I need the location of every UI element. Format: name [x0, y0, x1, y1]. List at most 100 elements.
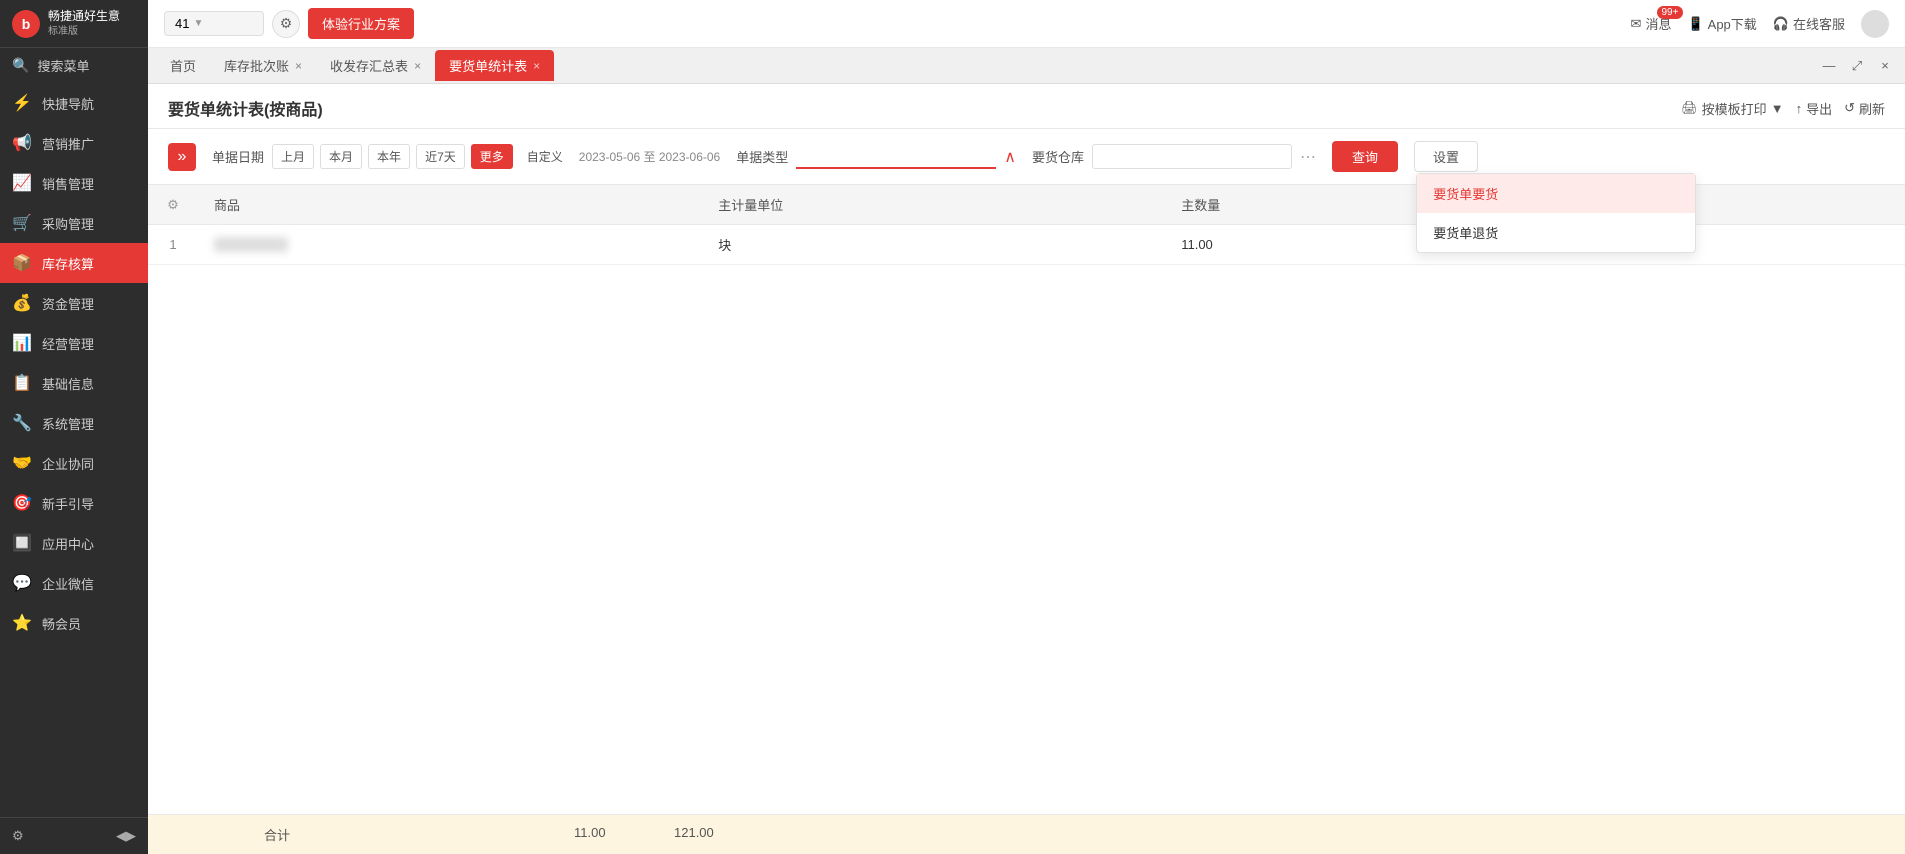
tab-home[interactable]: 首页	[156, 50, 210, 81]
dropdown-item-order-request[interactable]: 要货单要货	[1417, 174, 1695, 213]
warehouse-filter-group: 要货仓库 ⋯	[1032, 144, 1316, 169]
type-dropdown-popup: 要货单要货 要货单退货	[1416, 173, 1696, 253]
sidebar-item-basic-info[interactable]: 📋 基础信息	[0, 363, 148, 403]
page-title: 要货单统计表(按商品)	[168, 96, 323, 120]
cell-product: ████████	[198, 225, 702, 265]
nav-icon-wechat: 💬	[12, 573, 32, 593]
sidebar-item-purchase[interactable]: 🛒 采购管理	[0, 203, 148, 243]
type-dropdown-arrow[interactable]: ∧	[1004, 147, 1016, 167]
sidebar-item-finance[interactable]: 💰 资金管理	[0, 283, 148, 323]
tab-inventory-batch[interactable]: 库存批次账 ×	[210, 50, 316, 81]
tab-close-all-btn[interactable]: ×	[1873, 54, 1897, 78]
sidebar-item-wechat[interactable]: 💬 企业微信	[0, 563, 148, 603]
dropdown-item-order-return[interactable]: 要货单退货	[1417, 213, 1695, 252]
tab-expand-btn[interactable]: ⤢	[1845, 54, 1869, 78]
close-tab-collection-summary[interactable]: ×	[414, 59, 421, 73]
sidebar-search[interactable]: 🔍 搜索菜单	[0, 48, 148, 83]
export-icon: ↑	[1796, 101, 1803, 116]
date-range-display: 2023-05-06 至 2023-06-06	[579, 148, 720, 165]
tab-order-stats[interactable]: 要货单统计表 ×	[435, 50, 554, 81]
sidebar-item-membership[interactable]: ⭐ 畅会员	[0, 603, 148, 643]
store-dropdown-arrow: ▼	[193, 18, 203, 29]
download-icon: 📱	[1687, 16, 1703, 32]
table-footer: 合计 11.00 121.00	[148, 814, 1905, 854]
nav-icon-quick-nav: ⚡	[12, 93, 32, 113]
tabs-bar: 首页 库存批次账 × 收发存汇总表 × 要货单统计表 × — ⤢ ×	[148, 48, 1905, 84]
sidebar-item-marketing[interactable]: 📢 营销推广	[0, 123, 148, 163]
nav-icon-basic-info: 📋	[12, 373, 32, 393]
setup-btn[interactable]: 设置	[1414, 141, 1478, 172]
tab-minimize-btn[interactable]: —	[1817, 54, 1841, 78]
export-btn[interactable]: ↑ 导出	[1796, 99, 1833, 118]
topbar: 41 ▼ ⚙ 体验行业方案 ✉ 消息 99+ 📱 App下载 🎧 在线客服	[148, 0, 1905, 48]
topbar-left: 41 ▼ ⚙ 体验行业方案	[164, 8, 1619, 39]
nav-icon-sales: 📈	[12, 173, 32, 193]
col-product: 商品	[198, 185, 702, 225]
query-btn[interactable]: 查询	[1332, 141, 1398, 172]
cell-unit: 块	[702, 225, 1165, 265]
tabs-actions: — ⤢ ×	[1817, 54, 1897, 78]
filter-expand-btn[interactable]: »	[168, 143, 196, 171]
industry-btn[interactable]: 体验行业方案	[308, 8, 414, 39]
app-logo-icon: b	[12, 10, 40, 38]
refresh-icon: ↺	[1844, 100, 1855, 116]
service-icon: 🎧	[1773, 16, 1789, 32]
sidebar-collapse-btn[interactable]: ◀▶	[116, 828, 136, 844]
refresh-btn[interactable]: ↺ 刷新	[1844, 99, 1885, 118]
col-unit: 主计量单位	[702, 185, 1165, 225]
close-tab-inventory-batch[interactable]: ×	[295, 59, 302, 73]
table-container: ⚙ 商品 主计量单位 主数量 零售金额 1 ████████ 块	[148, 185, 1905, 814]
sidebar-logo: b 畅捷通好生意 标准版	[0, 0, 148, 48]
avatar[interactable]	[1861, 10, 1889, 38]
app-download-btn[interactable]: 📱 App下载	[1687, 14, 1756, 33]
online-service-btn[interactable]: 🎧 在线客服	[1773, 14, 1845, 33]
tab-collection-summary[interactable]: 收发存汇总表 ×	[316, 50, 435, 81]
nav-icon-business: 📊	[12, 333, 32, 353]
col-settings-icon[interactable]: ⚙	[167, 197, 179, 212]
page-header: 要货单统计表(按商品) 🖨 按模板打印 ▼ ↑ 导出 ↺ 刷新	[148, 84, 1905, 129]
date-btn-more[interactable]: 更多	[471, 144, 513, 169]
more-options-btn[interactable]: ⋯	[1300, 147, 1316, 167]
print-dropdown-arrow: ▼	[1771, 101, 1784, 116]
settings-icon[interactable]: ⚙	[12, 828, 24, 844]
sidebar-nav: ⚡ 快捷导航 📢 营销推广 📈 销售管理 🛒 采购管理 📦 库存核算 💰 资金管…	[0, 83, 148, 817]
print-template-btn[interactable]: 🖨 按模板打印 ▼	[1681, 99, 1783, 118]
warehouse-filter-label: 要货仓库	[1032, 147, 1084, 166]
date-btn-this-month[interactable]: 本月	[320, 144, 362, 169]
date-filter-group: 单据日期 上月 本月 本年 近7天 更多 自定义 2023-05-06 至 20…	[212, 144, 720, 169]
footer-amount: 121.00	[674, 825, 774, 844]
sidebar-item-business[interactable]: 📊 经营管理	[0, 323, 148, 363]
store-selector[interactable]: 41 ▼	[164, 11, 264, 36]
sidebar-item-inventory[interactable]: 📦 库存核算	[0, 243, 148, 283]
sidebar-item-cooperation[interactable]: 🤝 企业协同	[0, 443, 148, 483]
sidebar: b 畅捷通好生意 标准版 🔍 搜索菜单 ⚡ 快捷导航 📢 营销推广 📈 销售管理…	[0, 0, 148, 854]
sidebar-item-sales[interactable]: 📈 销售管理	[0, 163, 148, 203]
sidebar-item-app-center[interactable]: 🔲 应用中心	[0, 523, 148, 563]
warehouse-filter-input[interactable]	[1092, 144, 1292, 169]
nav-icon-guide: 🎯	[12, 493, 32, 513]
sidebar-item-guide[interactable]: 🎯 新手引导	[0, 483, 148, 523]
date-btn-last-7days[interactable]: 近7天	[416, 144, 465, 169]
messages-btn[interactable]: ✉ 消息 99+	[1631, 14, 1672, 33]
type-filter-label: 单据类型	[736, 147, 788, 166]
messages-badge: 99+	[1657, 6, 1684, 19]
gear-icon: ⚙	[280, 15, 293, 32]
col-settings: ⚙	[148, 185, 198, 225]
nav-icon-membership: ⭐	[12, 613, 32, 633]
print-icon: 🖨	[1681, 100, 1698, 116]
sidebar-item-system[interactable]: 🔧 系统管理	[0, 403, 148, 443]
app-logo-text: 畅捷通好生意 标准版	[48, 9, 120, 38]
type-filter-input[interactable]	[796, 144, 996, 169]
cell-seq: 1	[148, 225, 198, 265]
date-shortcuts: 上月 本月 本年 近7天 更多 自定义	[272, 144, 571, 169]
sidebar-footer: ⚙ ◀▶	[0, 817, 148, 854]
nav-icon-cooperation: 🤝	[12, 453, 32, 473]
date-custom-btn[interactable]: 自定义	[519, 145, 571, 168]
close-tab-order-stats[interactable]: ×	[533, 59, 540, 73]
topbar-settings-btn[interactable]: ⚙	[272, 10, 300, 38]
date-btn-last-month[interactable]: 上月	[272, 144, 314, 169]
date-filter-label: 单据日期	[212, 147, 264, 166]
nav-icon-system: 🔧	[12, 413, 32, 433]
date-btn-this-year[interactable]: 本年	[368, 144, 410, 169]
sidebar-item-quick-nav[interactable]: ⚡ 快捷导航	[0, 83, 148, 123]
